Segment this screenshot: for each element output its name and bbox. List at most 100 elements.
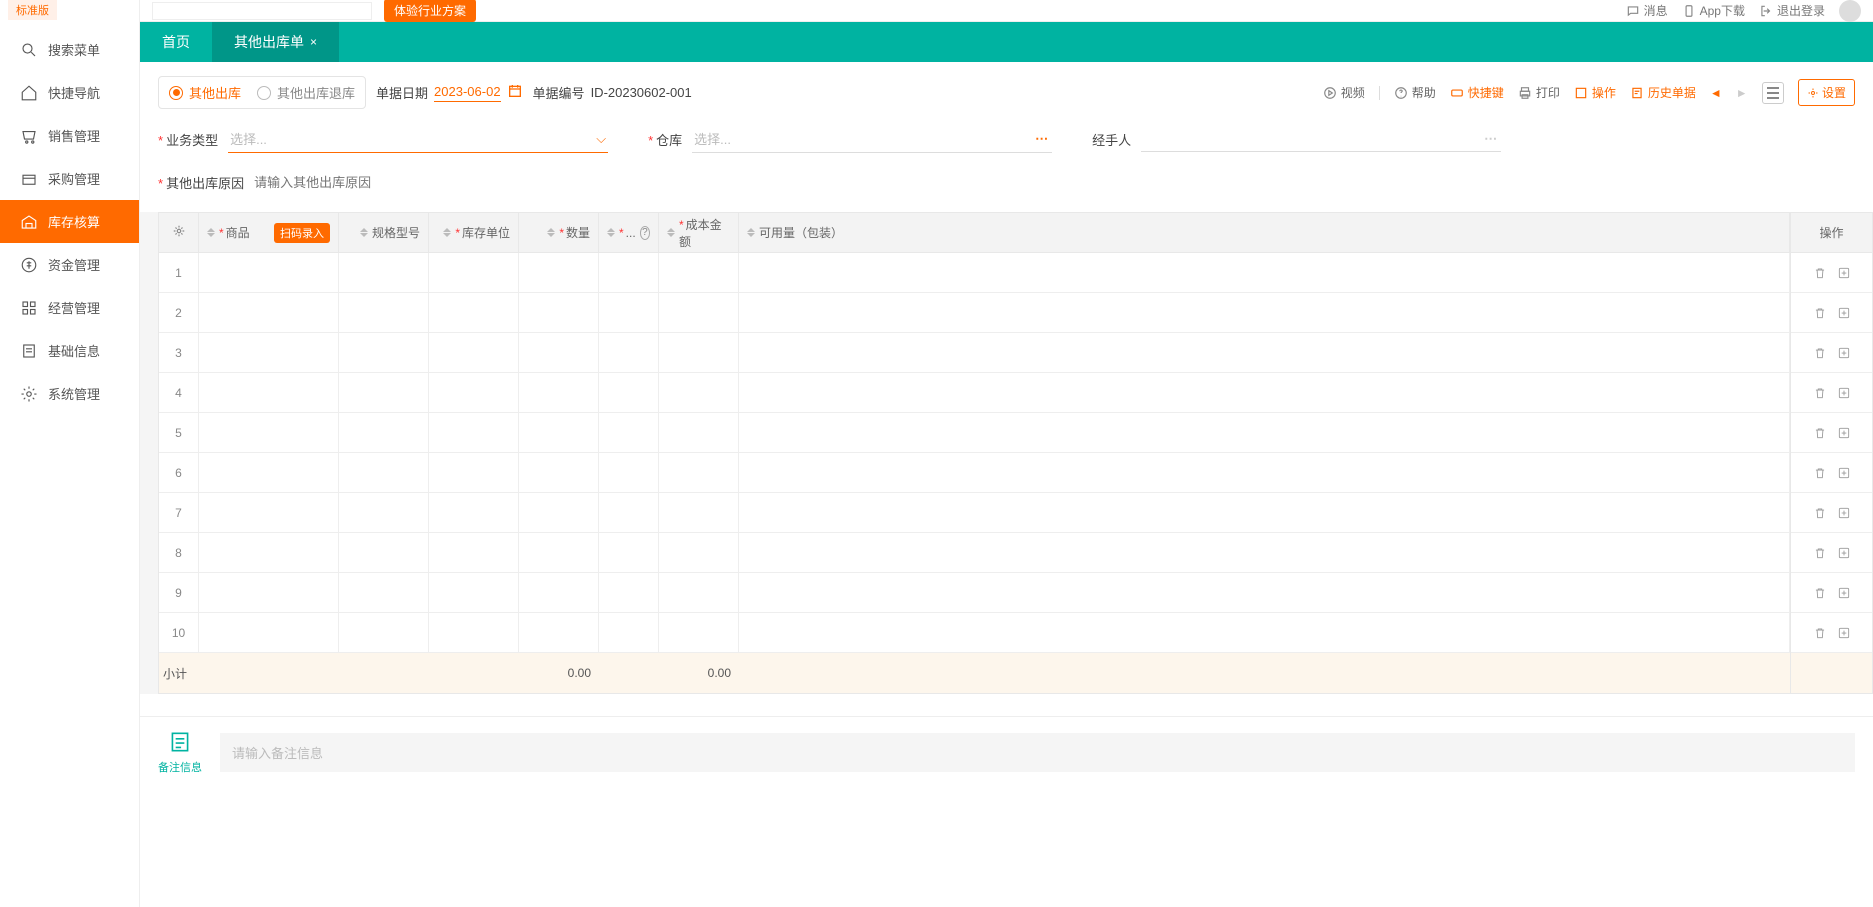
close-icon[interactable]: × bbox=[310, 35, 317, 49]
delete-icon[interactable] bbox=[1813, 346, 1827, 360]
delete-icon[interactable] bbox=[1813, 586, 1827, 600]
delete-icon[interactable] bbox=[1813, 506, 1827, 520]
add-icon[interactable] bbox=[1837, 266, 1851, 280]
warehouse-field: 仓库 选择... ⋯ bbox=[648, 125, 1052, 153]
help-link[interactable]: 帮助 bbox=[1394, 84, 1436, 101]
settings-button[interactable]: 设置 bbox=[1798, 79, 1855, 106]
scan-button[interactable]: 扫码录入 bbox=[274, 223, 330, 243]
form-row: 业务类型 选择... ⌵ 仓库 选择... ⋯ 经手人 ⋯ bbox=[140, 119, 1873, 161]
prev-icon[interactable]: ◄ bbox=[1710, 86, 1722, 100]
ops-link[interactable]: 操作 bbox=[1574, 84, 1616, 101]
add-icon[interactable] bbox=[1837, 306, 1851, 320]
col-qty[interactable]: 数量 bbox=[519, 213, 599, 252]
delete-icon[interactable] bbox=[1813, 546, 1827, 560]
doc-date-value[interactable]: 2023-06-02 bbox=[434, 84, 501, 102]
delete-icon[interactable] bbox=[1813, 306, 1827, 320]
sidebar-item-finance[interactable]: 资金管理 bbox=[0, 243, 139, 286]
box-icon bbox=[20, 170, 38, 188]
add-icon[interactable] bbox=[1837, 546, 1851, 560]
table-row[interactable]: 10 bbox=[159, 613, 1790, 653]
handler-select[interactable]: ⋯ bbox=[1141, 127, 1501, 152]
delete-icon[interactable] bbox=[1813, 386, 1827, 400]
biz-type-select[interactable]: 选择... ⌵ bbox=[228, 125, 608, 153]
table-row[interactable]: 8 bbox=[159, 533, 1790, 573]
sidebar-item-label: 基础信息 bbox=[48, 341, 100, 360]
table-row[interactable]: 6 bbox=[159, 453, 1790, 493]
col-settings[interactable] bbox=[159, 213, 199, 252]
help-icon[interactable]: ? bbox=[640, 226, 650, 240]
col-unit[interactable]: 库存单位 bbox=[429, 213, 519, 252]
table-row[interactable]: 2 bbox=[159, 293, 1790, 333]
row-ops bbox=[1791, 453, 1872, 493]
sidebar-item-purchase[interactable]: 采购管理 bbox=[0, 157, 139, 200]
delete-icon[interactable] bbox=[1813, 626, 1827, 640]
sidebar-item-label: 系统管理 bbox=[48, 384, 100, 403]
sidebar-item-label: 销售管理 bbox=[48, 126, 100, 145]
tab-home[interactable]: 首页 bbox=[140, 22, 212, 62]
search-icon bbox=[20, 41, 38, 59]
delete-icon[interactable] bbox=[1813, 426, 1827, 440]
top-messages[interactable]: 消息 bbox=[1626, 2, 1668, 19]
table-row[interactable]: 3 bbox=[159, 333, 1790, 373]
col-spec[interactable]: 规格型号 bbox=[339, 213, 429, 252]
add-icon[interactable] bbox=[1837, 346, 1851, 360]
table-row[interactable]: 1 bbox=[159, 253, 1790, 293]
warehouse-select[interactable]: 选择... ⋯ bbox=[692, 125, 1052, 153]
hotkey-link[interactable]: 快捷键 bbox=[1450, 84, 1504, 101]
industry-plan-button[interactable]: 体验行业方案 bbox=[384, 0, 476, 22]
col-goods[interactable]: 商品 扫码录入 bbox=[199, 213, 339, 252]
top-logout[interactable]: 退出登录 bbox=[1759, 2, 1825, 19]
delete-icon[interactable] bbox=[1813, 266, 1827, 280]
sidebar-item-basicinfo[interactable]: 基础信息 bbox=[0, 329, 139, 372]
row-ops bbox=[1791, 413, 1872, 453]
list-view-icon[interactable] bbox=[1762, 82, 1784, 104]
table-row[interactable]: 7 bbox=[159, 493, 1790, 533]
remark-input[interactable]: 请输入备注信息 bbox=[220, 733, 1855, 772]
gear-icon bbox=[172, 224, 186, 241]
col-extra[interactable]: ... ? bbox=[599, 213, 659, 252]
add-icon[interactable] bbox=[1837, 506, 1851, 520]
delete-icon[interactable] bbox=[1813, 466, 1827, 480]
add-icon[interactable] bbox=[1837, 386, 1851, 400]
print-link[interactable]: 打印 bbox=[1518, 84, 1560, 101]
sidebar-item-inventory[interactable]: 库存核算 bbox=[0, 200, 139, 243]
col-avail[interactable]: 可用量（包装） bbox=[739, 213, 1790, 252]
table-row[interactable]: 9 bbox=[159, 573, 1790, 613]
subtotal-qty: 0.00 bbox=[519, 653, 599, 693]
doc-no-field: 单据编号 ID-20230602-001 bbox=[533, 83, 692, 102]
sidebar-item-search[interactable]: 搜索菜单 bbox=[0, 28, 139, 71]
add-icon[interactable] bbox=[1837, 586, 1851, 600]
calendar-icon[interactable] bbox=[507, 83, 523, 102]
history-link[interactable]: 历史单据 bbox=[1630, 84, 1696, 101]
table-row[interactable]: 5 bbox=[159, 413, 1790, 453]
row-ops bbox=[1791, 533, 1872, 573]
add-icon[interactable] bbox=[1837, 466, 1851, 480]
tab-other-outbound[interactable]: 其他出库单 × bbox=[212, 22, 339, 62]
doc-date-field: 单据日期 2023-06-02 bbox=[376, 83, 523, 102]
radio-other-outbound[interactable]: 其他出库 bbox=[169, 83, 241, 102]
reason-label: 其他出库原因 bbox=[158, 173, 244, 192]
next-icon[interactable]: ► bbox=[1736, 86, 1748, 100]
sidebar-item-operation[interactable]: 经营管理 bbox=[0, 286, 139, 329]
top-input-box[interactable] bbox=[152, 2, 372, 20]
money-icon bbox=[20, 256, 38, 274]
row-ops bbox=[1791, 613, 1872, 653]
table-row[interactable]: 4 bbox=[159, 373, 1790, 413]
top-app-download[interactable]: App下载 bbox=[1682, 2, 1745, 19]
biz-type-field: 业务类型 选择... ⌵ bbox=[158, 125, 608, 153]
sidebar-item-sales[interactable]: 销售管理 bbox=[0, 114, 139, 157]
add-icon[interactable] bbox=[1837, 426, 1851, 440]
sidebar-item-quicknav[interactable]: 快捷导航 bbox=[0, 71, 139, 114]
video-link[interactable]: 视频 bbox=[1323, 84, 1365, 101]
reason-input[interactable] bbox=[254, 171, 1855, 194]
more-icon: ⋯ bbox=[1484, 131, 1499, 147]
radio-dot-icon bbox=[169, 86, 183, 100]
warehouse-label: 仓库 bbox=[648, 130, 682, 149]
radio-other-outbound-return[interactable]: 其他出库退库 bbox=[257, 83, 355, 102]
add-icon[interactable] bbox=[1837, 626, 1851, 640]
col-cost[interactable]: 成本金额 bbox=[659, 213, 739, 252]
doc-icon bbox=[20, 342, 38, 360]
table-header: 商品 扫码录入 规格型号 库存单位 数量 bbox=[159, 213, 1790, 253]
avatar[interactable] bbox=[1839, 0, 1861, 22]
sidebar-item-system[interactable]: 系统管理 bbox=[0, 372, 139, 415]
